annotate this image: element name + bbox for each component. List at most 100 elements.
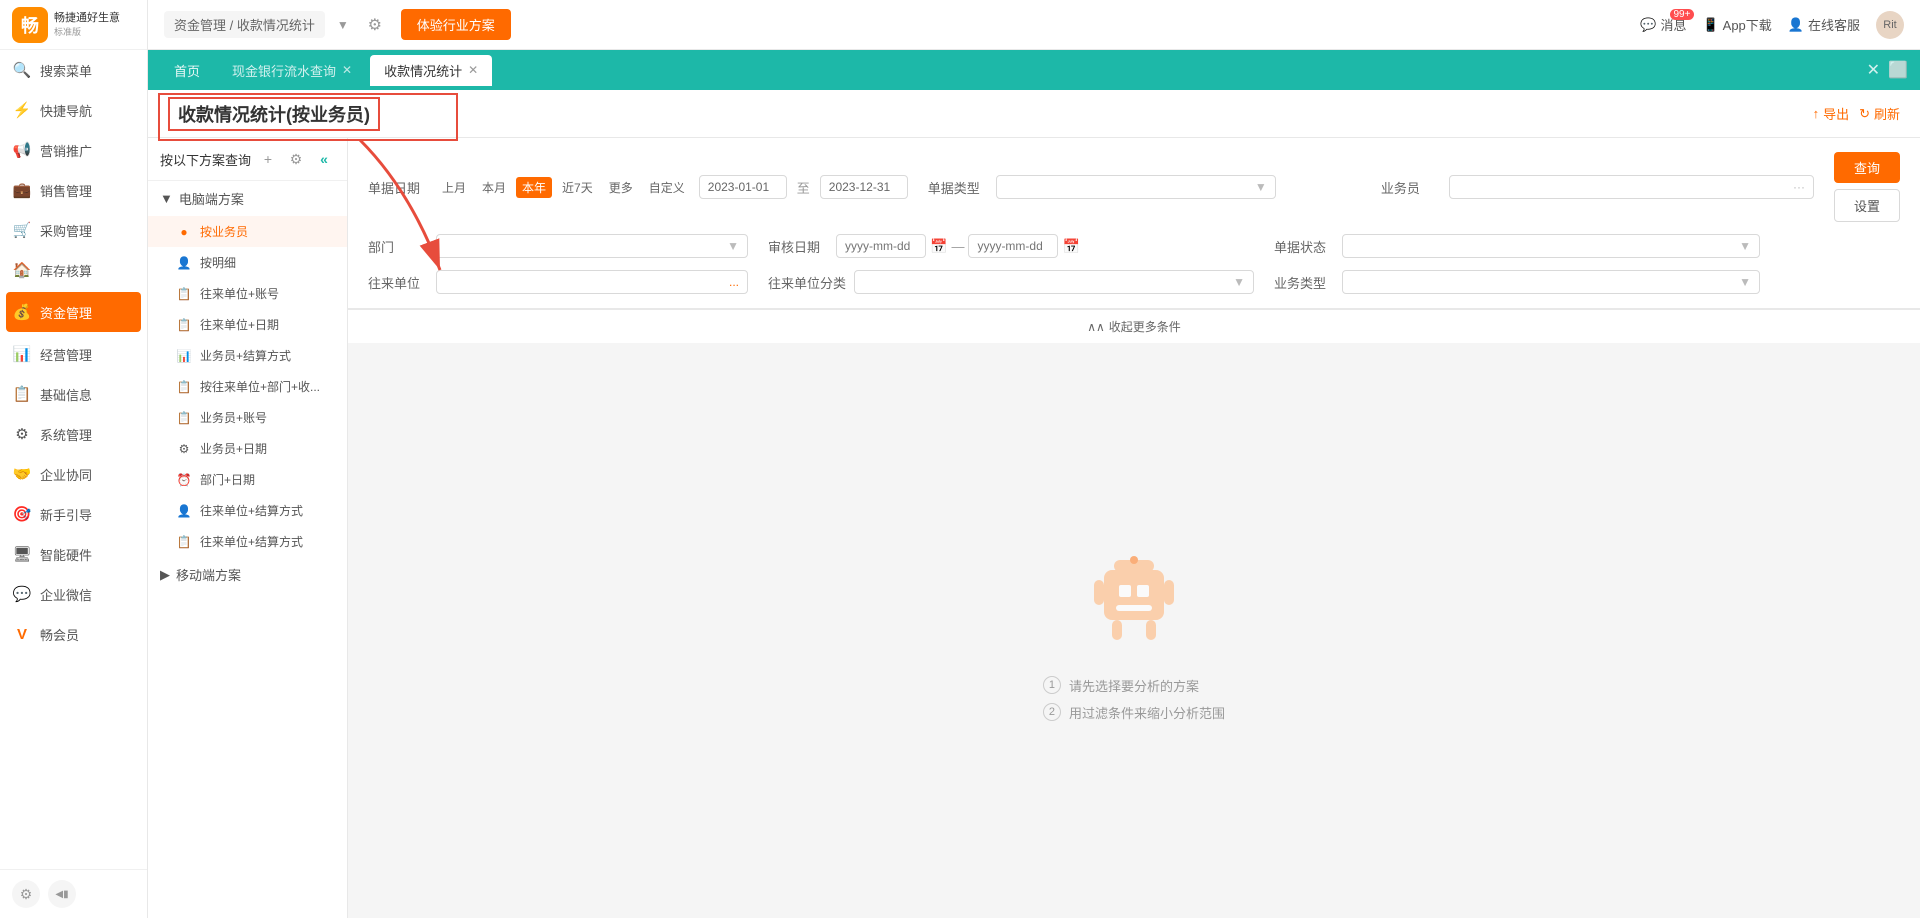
- date-range-separator: 至: [797, 178, 810, 197]
- sidebar-item-basic[interactable]: 📋 基础信息: [0, 374, 147, 414]
- system-icon: ⚙: [12, 424, 32, 444]
- scheme-item-dept-date[interactable]: ⏰ 部门+日期: [148, 464, 347, 495]
- business-type-label: 业务类型: [1274, 273, 1334, 292]
- department-select[interactable]: ▼: [436, 234, 748, 258]
- review-date-from-input[interactable]: [836, 234, 926, 258]
- wechat-icon: 💬: [12, 584, 32, 604]
- counterpart-category-label: 往来单位分类: [768, 273, 846, 292]
- date-label: 单据日期: [368, 178, 428, 197]
- voucher-status-select[interactable]: ▼: [1342, 234, 1760, 258]
- voucher-type-select[interactable]: ▼: [996, 175, 1276, 199]
- tab-collection-close[interactable]: ✕: [468, 63, 478, 77]
- sidebar-item-hardware[interactable]: 🖥 智能硬件: [0, 534, 147, 574]
- review-date-to-icon[interactable]: 📅: [1062, 238, 1079, 255]
- date-this-month[interactable]: 本月: [476, 177, 512, 198]
- scheme-collapse-icon[interactable]: «: [313, 148, 335, 170]
- sidebar-item-label: 智能硬件: [40, 545, 92, 564]
- collapse-icon: ∧∧: [1087, 320, 1105, 334]
- voucher-status-dropdown-icon: ▼: [1739, 239, 1751, 253]
- scheme-item-label: 按往来单位+部门+收...: [200, 378, 320, 395]
- finance-icon: 💰: [12, 302, 32, 322]
- tab-collection[interactable]: 收款情况统计 ✕: [370, 55, 492, 86]
- export-button[interactable]: ↑ 导出: [1813, 104, 1850, 123]
- breadcrumb-dropdown[interactable]: ▼: [337, 18, 349, 32]
- sidebar-item-purchase[interactable]: 🛒 采购管理: [0, 210, 147, 250]
- date-from-input[interactable]: [699, 175, 787, 199]
- scheme-item-salesperson-account[interactable]: 📋 业务员+账号: [148, 402, 347, 433]
- message-badge: 99+: [1670, 9, 1695, 20]
- scheme-settings-icon[interactable]: ⚙: [285, 148, 307, 170]
- scheme-icon: ⏰: [176, 472, 192, 488]
- online-service-button[interactable]: 👤 在线客服: [1788, 15, 1860, 34]
- scheme-item-salesperson[interactable]: ● 按业务员: [148, 216, 347, 247]
- mobile-scheme-group-header[interactable]: ▶ 移动端方案: [148, 557, 347, 592]
- add-scheme-icon[interactable]: +: [257, 148, 279, 170]
- sidebar-item-finance[interactable]: 💰 资金管理: [6, 292, 141, 332]
- counterpart-select[interactable]: ...: [436, 270, 748, 294]
- scheme-item-salesperson-date[interactable]: ⚙ 业务员+日期: [148, 433, 347, 464]
- sidebar-item-sales[interactable]: 💼 销售管理: [0, 170, 147, 210]
- footer-settings-icon[interactable]: ⚙: [12, 880, 40, 908]
- counterpart-filter: 往来单位 ...: [368, 270, 748, 294]
- date-to-input[interactable]: [820, 175, 908, 199]
- counterpart-label: 往来单位: [368, 273, 428, 292]
- tab-bank[interactable]: 现金银行流水查询 ✕: [218, 55, 366, 86]
- business-type-select[interactable]: ▼: [1342, 270, 1760, 294]
- scheme-item-salesperson-settlement[interactable]: 📊 业务员+结算方式: [148, 340, 347, 371]
- app-download-button[interactable]: 📱 App下载: [1702, 15, 1771, 34]
- tab-home[interactable]: 首页: [160, 55, 214, 86]
- sidebar-item-search[interactable]: 🔍 搜索菜单: [0, 50, 147, 90]
- scheme-icon: 📋: [176, 317, 192, 333]
- scheme-item-partner-settle1[interactable]: 👤 往来单位+结算方式: [148, 495, 347, 526]
- sidebar-item-wechat[interactable]: 💬 企业微信: [0, 574, 147, 614]
- sidebar-item-inventory[interactable]: 🏠 库存核算: [0, 250, 147, 290]
- scheme-item-partner-account[interactable]: 📋 往来单位+账号: [148, 278, 347, 309]
- collapse-bar[interactable]: ∧∧ 收起更多条件: [348, 309, 1920, 343]
- date-this-year[interactable]: 本年: [516, 177, 552, 198]
- scheme-icon: 👤: [176, 503, 192, 519]
- review-date-to-input[interactable]: [968, 234, 1058, 258]
- counterpart-category-select[interactable]: ▼: [854, 270, 1254, 294]
- scheme-item-detail[interactable]: 👤 按明细: [148, 247, 347, 278]
- topbar-settings-icon[interactable]: ⚙: [361, 11, 389, 39]
- scheme-item-label: 往来单位+结算方式: [200, 502, 303, 519]
- footer-collapse-icon[interactable]: ◀▮: [48, 880, 76, 908]
- sidebar-item-quicknav[interactable]: ⚡ 快捷导航: [0, 90, 147, 130]
- sidebar-item-label: 库存核算: [40, 261, 92, 280]
- salesperson-select[interactable]: ···: [1449, 175, 1814, 199]
- query-button[interactable]: 查询: [1834, 152, 1900, 183]
- review-date-from-icon[interactable]: 📅: [930, 238, 947, 255]
- tip-2-text: 用过滤条件来缩小分析范围: [1069, 703, 1225, 722]
- pc-scheme-group-header[interactable]: ▼ 电脑端方案: [148, 181, 347, 216]
- basic-icon: 📋: [12, 384, 32, 404]
- breadcrumb: 资金管理 / 收款情况统计: [164, 11, 325, 38]
- sidebar-item-enterprise[interactable]: 🤝 企业协同: [0, 454, 147, 494]
- date-more[interactable]: 更多: [603, 177, 639, 198]
- scheme-item-partner-date[interactable]: 📋 往来单位+日期: [148, 309, 347, 340]
- sidebar-item-guide[interactable]: 🎯 新手引导: [0, 494, 147, 534]
- scheme-item-partner-dept[interactable]: 📋 按往来单位+部门+收...: [148, 371, 347, 402]
- member-icon: V: [12, 624, 32, 644]
- tip-num-1: 1: [1043, 676, 1061, 694]
- sidebar-item-system[interactable]: ⚙ 系统管理: [0, 414, 147, 454]
- close-window-icon[interactable]: ✕: [1867, 60, 1880, 80]
- right-panel: 单据日期 上月 本月 本年 近7天 更多 自定义 至: [348, 138, 1920, 918]
- tab-bank-close[interactable]: ✕: [342, 63, 352, 77]
- main-content: 资金管理 / 收款情况统计 ▼ ⚙ 体验行业方案 💬 消息 99+ 📱 App下…: [148, 0, 1920, 918]
- date-7days[interactable]: 近7天: [556, 177, 599, 198]
- pc-scheme-label: 电脑端方案: [179, 189, 244, 208]
- sidebar-item-member[interactable]: V 畅会员: [0, 614, 147, 654]
- refresh-button[interactable]: ↻ 刷新: [1859, 104, 1900, 123]
- user-avatar[interactable]: Rit: [1876, 11, 1904, 39]
- counterpart-more-icon[interactable]: ...: [729, 275, 739, 289]
- date-last-month[interactable]: 上月: [436, 177, 472, 198]
- maximize-icon[interactable]: ⬜: [1888, 60, 1908, 80]
- sidebar-item-operations[interactable]: 📊 经营管理: [0, 334, 147, 374]
- settings-button[interactable]: 设置: [1834, 189, 1900, 222]
- messages-button[interactable]: 💬 消息 99+: [1640, 15, 1686, 34]
- scheme-item-partner-settle2[interactable]: 📋 往来单位+结算方式: [148, 526, 347, 557]
- tab-bar: 首页 现金银行流水查询 ✕ 收款情况统计 ✕ ✕ ⬜: [148, 50, 1920, 90]
- trial-button[interactable]: 体验行业方案: [401, 9, 511, 40]
- date-custom[interactable]: 自定义: [643, 177, 691, 198]
- sidebar-item-marketing[interactable]: 📢 营销推广: [0, 130, 147, 170]
